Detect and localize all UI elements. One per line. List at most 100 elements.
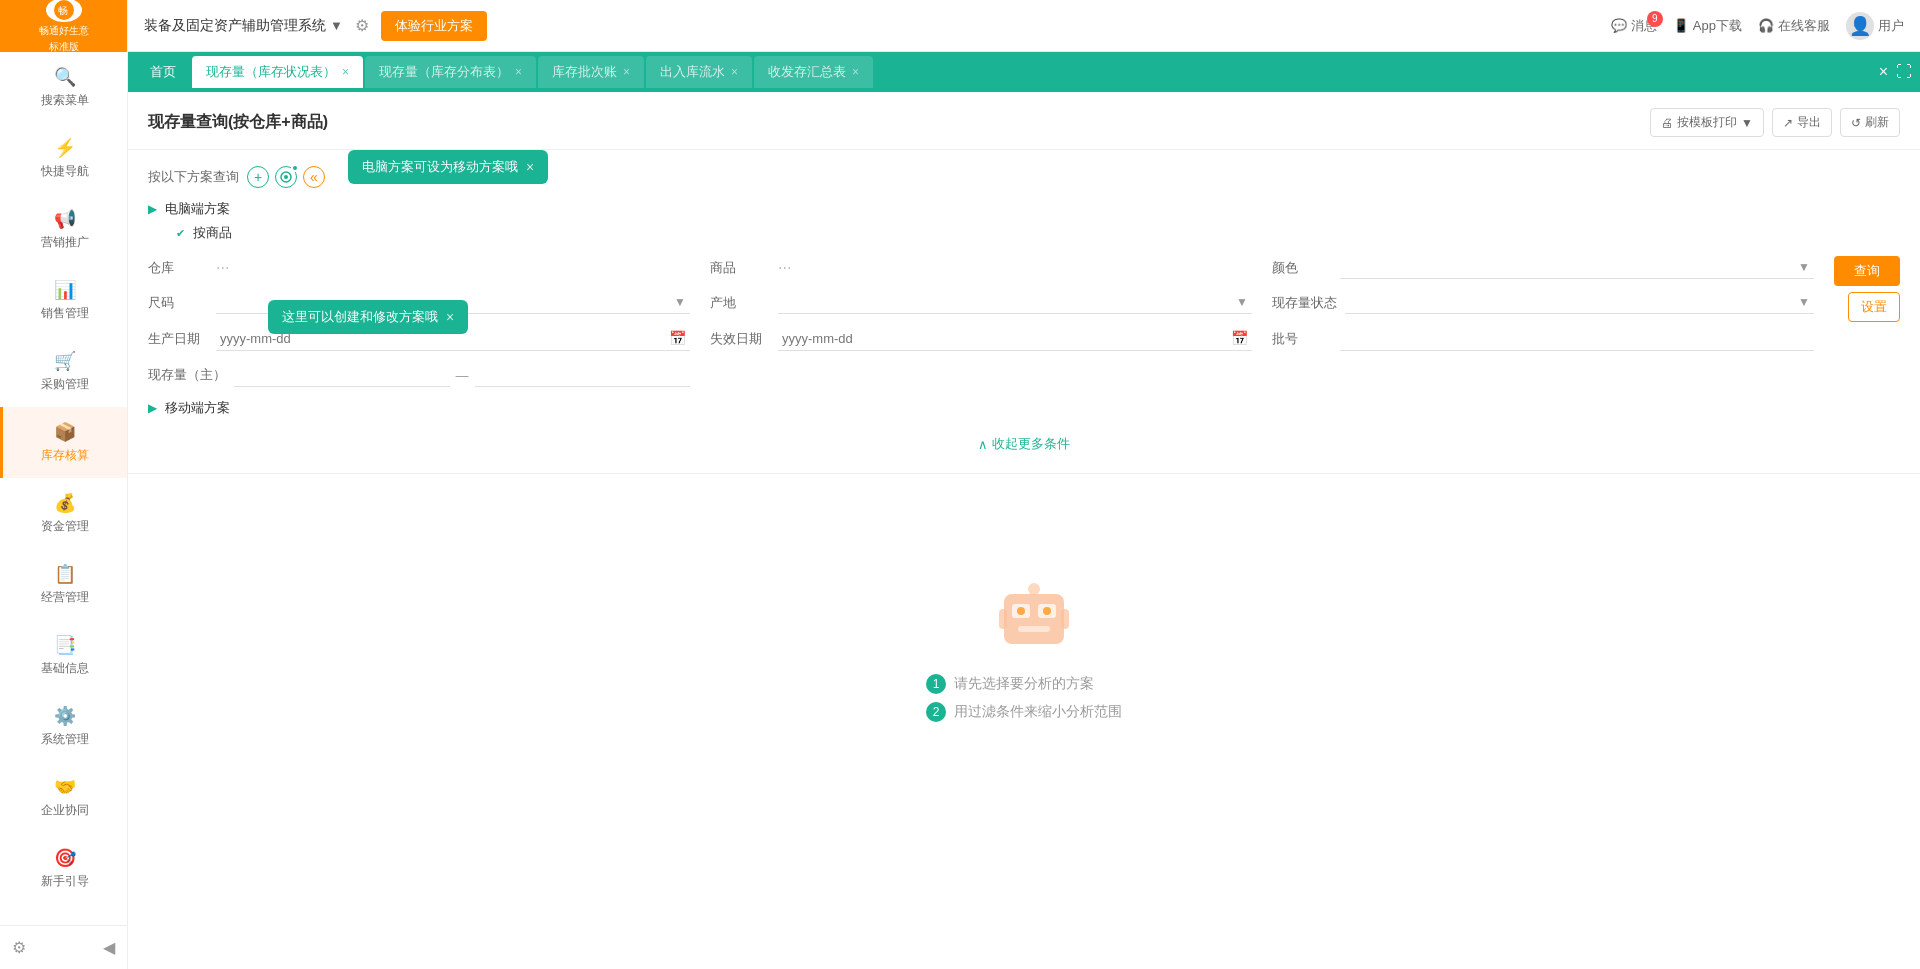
tooltip-create-scheme: 这里可以创建和修改方案哦 × <box>268 300 468 334</box>
desktop-scheme-label[interactable]: 电脑端方案 <box>165 200 230 218</box>
stock-main-from[interactable] <box>234 363 450 387</box>
tab-inout-close[interactable]: × <box>731 65 738 79</box>
collapse-button[interactable]: ∧ 收起更多条件 <box>148 423 1900 453</box>
sidebar-item-search[interactable]: 🔍 搜索菜单 <box>0 52 127 123</box>
page-actions: 🖨 按模板打印 ▼ ↗ 导出 ↺ 刷新 <box>1650 108 1900 137</box>
sidebar-item-purchase[interactable]: 🛒 采购管理 <box>0 336 127 407</box>
tab-inventory-status-close[interactable]: × <box>342 65 349 79</box>
empty-steps: 1 请先选择要分析的方案 2 用过滤条件来缩小分析范围 <box>926 674 1122 730</box>
sidebar-item-enterprise[interactable]: 🤝 企业协同 <box>0 762 127 833</box>
tab-summary-label: 收发存汇总表 <box>768 63 846 81</box>
batch-input[interactable] <box>1340 327 1814 351</box>
filter-label: 按以下方案查询 <box>148 168 239 186</box>
sidebar-item-quick[interactable]: ⚡ 快捷导航 <box>0 123 127 194</box>
step-2-num: 2 <box>926 702 946 722</box>
sidebar-item-basic-label: 基础信息 <box>41 660 89 677</box>
color-select[interactable]: ▼ <box>1340 256 1814 279</box>
stock-status-select-arrow: ▼ <box>1798 295 1810 309</box>
sidebar-item-inventory[interactable]: 📦 库存核算 <box>0 407 127 478</box>
stock-status-select[interactable]: ▼ <box>1345 291 1814 314</box>
sidebar-item-basic[interactable]: 📑 基础信息 <box>0 620 127 691</box>
system-selector[interactable]: 装备及固定资产辅助管理系统 ▼ <box>144 17 343 35</box>
tab-batch-close[interactable]: × <box>623 65 630 79</box>
sidebar-item-guide[interactable]: 🎯 新手引导 <box>0 833 127 904</box>
origin-select-arrow: ▼ <box>1236 295 1248 309</box>
sidebar-item-marketing[interactable]: 📢 营销推广 <box>0 194 127 265</box>
setting-button[interactable]: 设置 <box>1848 292 1900 322</box>
logo: 畅 畅通好生意 标准版 <box>0 0 127 52</box>
back-scheme-button[interactable]: « <box>303 166 325 188</box>
tooltip2-close[interactable]: × <box>446 309 454 325</box>
system-nav-icon: ⚙️ <box>54 705 76 727</box>
export-label: 导出 <box>1797 114 1821 131</box>
sidebar-item-sales[interactable]: 📊 销售管理 <box>0 265 127 336</box>
filter-warehouse-row: 仓库 ··· <box>148 256 690 279</box>
tab-batch[interactable]: 库存批次账 × <box>538 56 644 88</box>
tab-home[interactable]: 首页 <box>136 56 190 88</box>
stock-main-range: — <box>234 363 690 387</box>
enterprise-nav-icon: 🤝 <box>54 776 76 798</box>
tooltip2-text: 这里可以创建和修改方案哦 <box>282 308 438 326</box>
desktop-sub-check: ✔ <box>176 227 185 240</box>
search-buttons-col: 查询 设置 <box>1834 256 1900 387</box>
tab-inventory-status[interactable]: 现存量（库存状况表） × <box>192 56 363 88</box>
search-button[interactable]: 查询 <box>1834 256 1900 286</box>
tab-inventory-dist[interactable]: 现存量（库存分布表） × <box>365 56 536 88</box>
mobile-scheme-label[interactable]: 移动端方案 <box>165 399 230 417</box>
print-arrow: ▼ <box>1741 116 1753 130</box>
svg-point-12 <box>1028 583 1040 595</box>
svg-point-7 <box>1017 607 1025 615</box>
tabbar-close-icon[interactable]: × <box>1879 63 1888 81</box>
tooltip1-close[interactable]: × <box>526 159 534 175</box>
refresh-button[interactable]: ↺ 刷新 <box>1840 108 1900 137</box>
production-date-icon: 📅 <box>669 330 686 346</box>
svg-text:畅: 畅 <box>58 5 68 16</box>
add-scheme-button[interactable]: + <box>247 166 269 188</box>
sidebar-item-finance[interactable]: 💰 资金管理 <box>0 478 127 549</box>
sidebar-item-purchase-label: 采购管理 <box>41 376 89 393</box>
message-badge: 9 <box>1647 11 1663 27</box>
stock-main-label: 现存量（主） <box>148 366 226 384</box>
collapse-sidebar-icon[interactable]: ◀ <box>103 938 115 957</box>
sidebar-item-enterprise-label: 企业协同 <box>41 802 89 819</box>
gear-icon[interactable]: ⚙ <box>355 16 369 35</box>
tooltip-desktop-scheme: 电脑方案可设为移动方案哦 × <box>348 150 548 184</box>
filter-stock-main-row: 现存量（主） — <box>148 363 690 387</box>
edit-scheme-button[interactable] <box>275 166 297 188</box>
sidebar-item-operation[interactable]: 📋 经营管理 <box>0 549 127 620</box>
step-2-text: 用过滤条件来缩小分析范围 <box>954 703 1122 721</box>
support-item[interactable]: 🎧 在线客服 <box>1758 17 1830 35</box>
tab-summary[interactable]: 收发存汇总表 × <box>754 56 873 88</box>
experience-button[interactable]: 体验行业方案 <box>381 11 487 41</box>
desktop-scheme-sub: ✔ 按商品 <box>148 224 1900 242</box>
operation-nav-icon: 📋 <box>54 563 76 585</box>
sidebar-item-system[interactable]: ⚙️ 系统管理 <box>0 691 127 762</box>
sidebar-item-sales-label: 销售管理 <box>41 305 89 322</box>
settings-bottom-icon[interactable]: ⚙ <box>12 938 26 957</box>
goods-dots: ··· <box>778 259 791 277</box>
tabbar-fullscreen-icon[interactable]: ⛶ <box>1896 63 1912 81</box>
tab-inventory-dist-close[interactable]: × <box>515 65 522 79</box>
message-icon-item[interactable]: 💬 消息 9 <box>1611 17 1657 35</box>
tab-inout[interactable]: 出入库流水 × <box>646 56 752 88</box>
production-date-label: 生产日期 <box>148 330 208 348</box>
stock-main-to[interactable] <box>475 363 691 387</box>
user-item[interactable]: 👤 用户 <box>1846 12 1904 40</box>
origin-select[interactable]: ▼ <box>778 291 1252 314</box>
print-button[interactable]: 🖨 按模板打印 ▼ <box>1650 108 1764 137</box>
tab-summary-close[interactable]: × <box>852 65 859 79</box>
tab-inventory-dist-label: 现存量（库存分布表） <box>379 63 509 81</box>
filter-expiry-date-row: 失效日期 📅 <box>710 326 1252 351</box>
app-download-item[interactable]: 📱 App下载 <box>1673 17 1742 35</box>
logo-text: 畅通好生意 <box>39 24 89 38</box>
sidebar-item-marketing-label: 营销推广 <box>41 234 89 251</box>
content-inner: 现存量查询(按仓库+商品) 🖨 按模板打印 ▼ ↗ 导出 ↺ 刷新 <box>128 92 1920 969</box>
stock-status-label: 现存量状态 <box>1272 294 1337 312</box>
expiry-date-field[interactable] <box>782 331 1227 346</box>
active-dot <box>291 164 299 172</box>
tab-inout-label: 出入库流水 <box>660 63 725 81</box>
print-icon: 🖨 <box>1661 116 1673 130</box>
expiry-date-input[interactable]: 📅 <box>778 326 1252 351</box>
export-button[interactable]: ↗ 导出 <box>1772 108 1832 137</box>
desktop-sub-item[interactable]: ✔ 按商品 <box>176 224 1900 242</box>
